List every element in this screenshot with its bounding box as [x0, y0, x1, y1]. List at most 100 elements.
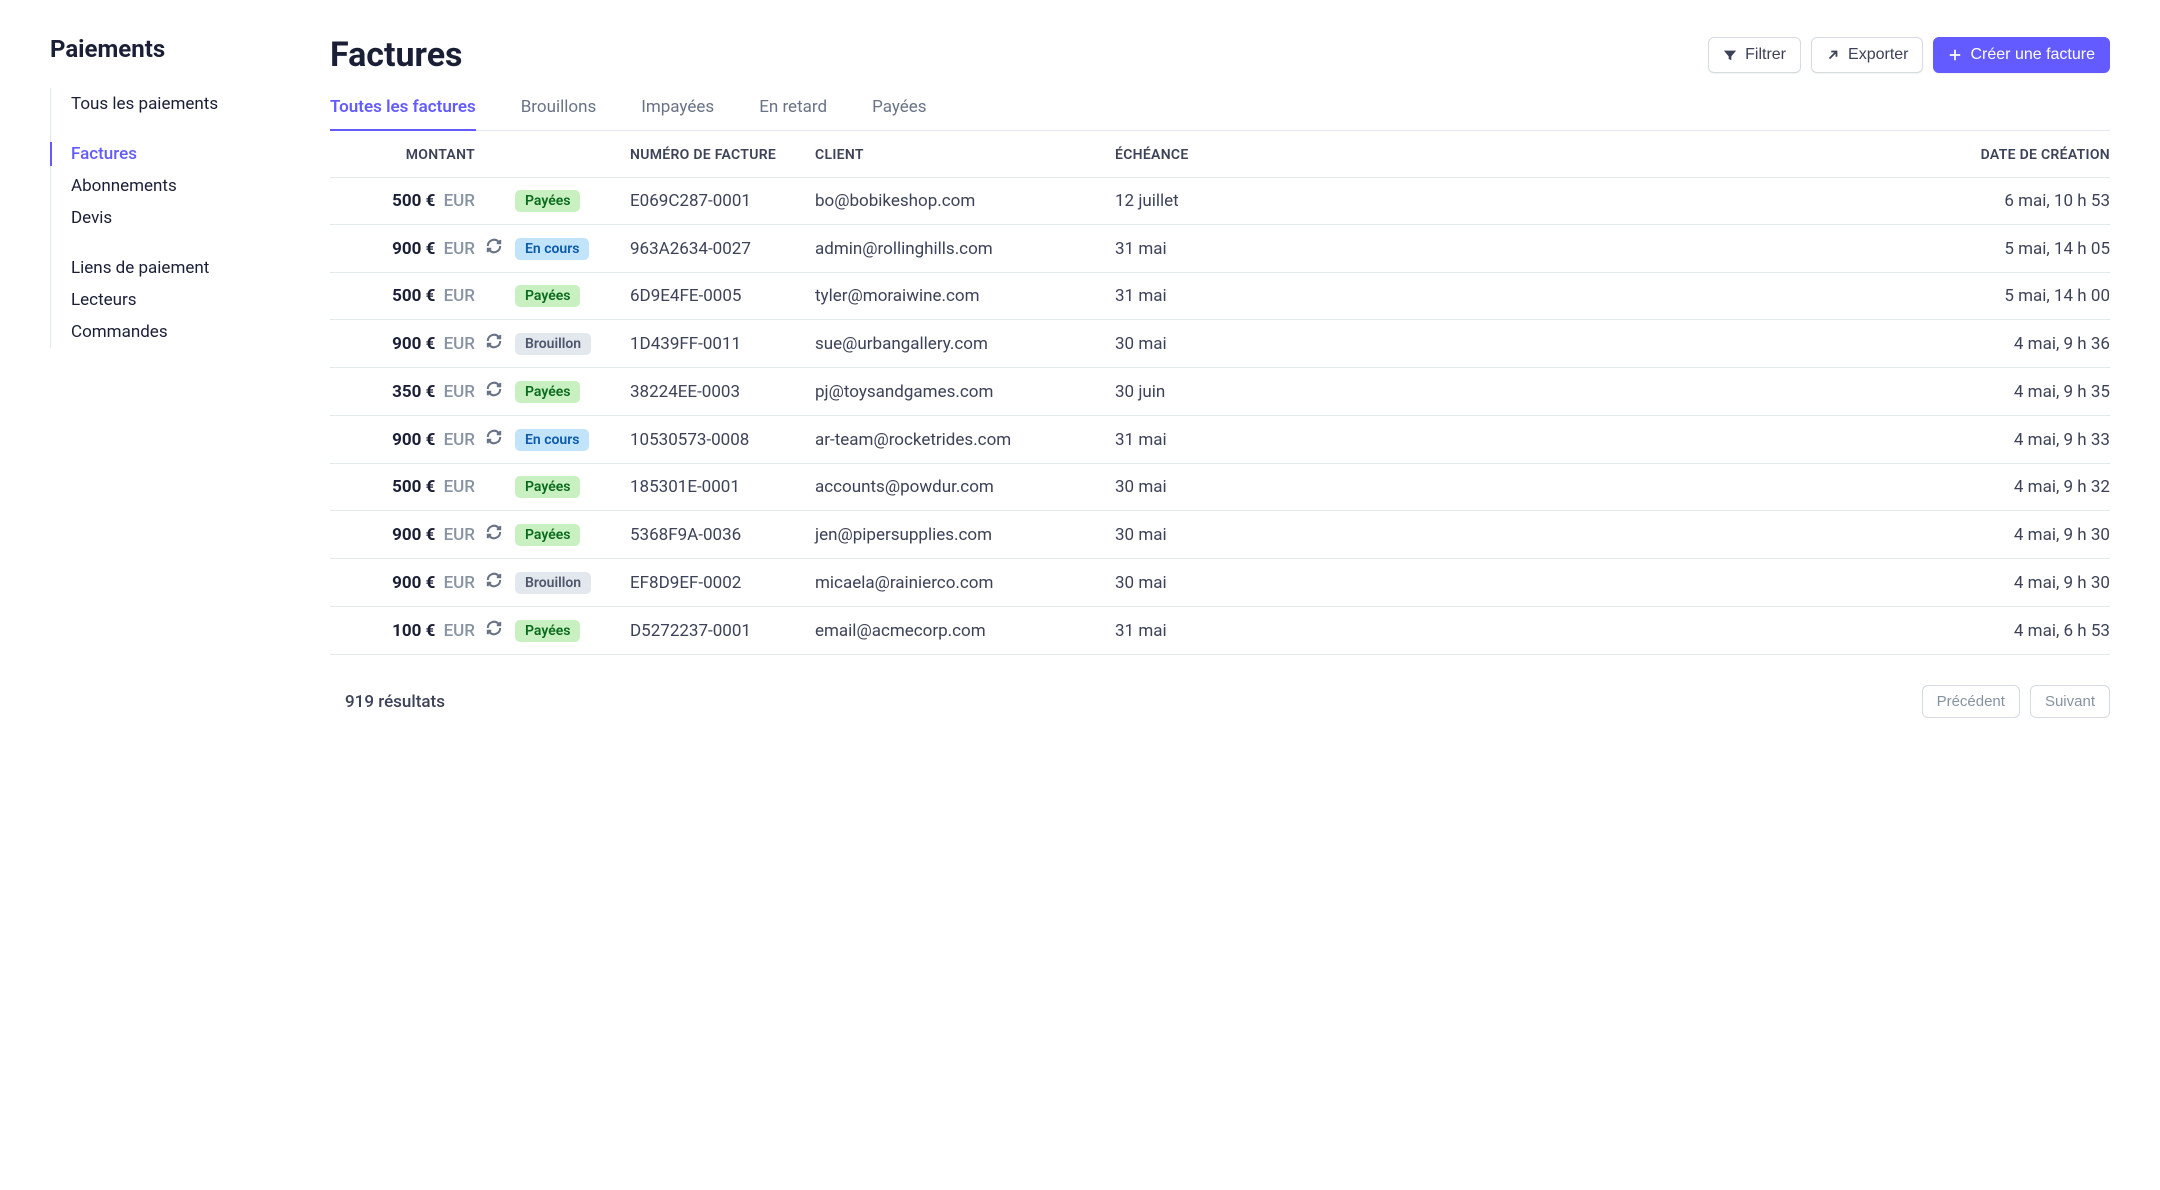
cell-amount: 500 € EUR	[330, 477, 485, 497]
cell-recurring	[485, 380, 515, 403]
cell-client: admin@rollinghills.com	[815, 239, 1115, 259]
cell-created: 4 mai, 9 h 32	[1285, 477, 2110, 497]
cell-due: 30 juin	[1115, 382, 1285, 402]
export-icon	[1826, 48, 1840, 62]
status-badge: Payées	[515, 190, 580, 212]
page-title: Factures	[330, 35, 463, 75]
cell-created: 4 mai, 9 h 36	[1285, 334, 2110, 354]
cell-number: 185301E-0001	[630, 477, 815, 497]
cell-created: 4 mai, 9 h 33	[1285, 430, 2110, 450]
amount-currency: EUR	[439, 430, 475, 450]
sidebar-nav: Tous les paiements Factures Abonnements …	[50, 88, 320, 348]
amount-currency: EUR	[439, 573, 475, 593]
sidebar: Paiements Tous les paiements Factures Ab…	[50, 35, 320, 718]
invoice-table: MONTANT NUMÉRO DE FACTURE CLIENT ÉCHÉANC…	[330, 131, 2110, 655]
recurring-icon	[485, 335, 503, 355]
tab-all[interactable]: Toutes les factures	[330, 97, 476, 131]
table-row[interactable]: 500 € EURPayées6D9E4FE-0005tyler@moraiwi…	[330, 272, 2110, 319]
cell-status: Payées	[515, 381, 630, 403]
tab-drafts[interactable]: Brouillons	[521, 97, 597, 131]
filter-label: Filtrer	[1745, 46, 1786, 64]
cell-amount: 500 € EUR	[330, 286, 485, 306]
amount-value: 350 €	[392, 382, 435, 402]
amount-value: 900 €	[392, 430, 435, 450]
cell-client: micaela@rainierco.com	[815, 573, 1115, 593]
cell-status: Payées	[515, 190, 630, 212]
table-row[interactable]: 350 € EURPayées38224EE-0003pj@toysandgam…	[330, 367, 2110, 415]
sidebar-item-invoices[interactable]: Factures	[51, 138, 320, 170]
recurring-icon	[485, 431, 503, 451]
cell-client: ar-team@rocketrides.com	[815, 430, 1115, 450]
cell-created: 4 mai, 9 h 30	[1285, 525, 2110, 545]
cell-due: 30 mai	[1115, 573, 1285, 593]
sidebar-item-payment-links[interactable]: Liens de paiement	[51, 252, 320, 284]
main-content: Factures Filtrer Exporter	[320, 35, 2110, 718]
cell-number: D5272237-0001	[630, 621, 815, 641]
next-button[interactable]: Suivant	[2030, 685, 2110, 718]
pager: Précédent Suivant	[1922, 685, 2110, 718]
tab-overdue[interactable]: En retard	[759, 97, 827, 131]
result-count: 919 résultats	[345, 692, 445, 712]
cell-number: 10530573-0008	[630, 430, 815, 450]
tab-unpaid[interactable]: Impayées	[641, 97, 714, 131]
prev-button[interactable]: Précédent	[1922, 685, 2020, 718]
cell-client: accounts@powdur.com	[815, 477, 1115, 497]
amount-currency: EUR	[439, 191, 475, 211]
cell-recurring	[485, 619, 515, 642]
sidebar-item-readers[interactable]: Lecteurs	[51, 284, 320, 316]
cell-status: Brouillon	[515, 333, 630, 355]
table-header: MONTANT NUMÉRO DE FACTURE CLIENT ÉCHÉANC…	[330, 131, 2110, 177]
col-amount: MONTANT	[330, 147, 485, 163]
table-row[interactable]: 900 € EUR En cours 10530573-0008ar-team@ro…	[330, 415, 2110, 463]
table-row[interactable]: 900 € EURPayées5368F9A-0036jen@pipersupp…	[330, 510, 2110, 558]
cell-number: 963A2634-0027	[630, 239, 815, 259]
tab-paid[interactable]: Payées	[872, 97, 927, 131]
amount-value: 500 €	[392, 286, 435, 306]
cell-recurring	[485, 523, 515, 546]
amount-currency: EUR	[439, 621, 475, 641]
table-row[interactable]: 900 € EURBrouillonEF8D9EF-0002micaela@ra…	[330, 558, 2110, 606]
col-due: ÉCHÉANCE	[1115, 147, 1285, 163]
amount-currency: EUR	[439, 334, 475, 354]
filter-button[interactable]: Filtrer	[1708, 37, 1801, 73]
cell-amount: 900 € EUR	[330, 239, 485, 259]
table-row[interactable]: 900 € EUREn cours963A2634-0027admin@roll…	[330, 224, 2110, 272]
header-actions: Filtrer Exporter Créer une facture	[1708, 37, 2110, 73]
sidebar-item-quotes[interactable]: Devis	[51, 202, 320, 234]
status-badge: Payées	[515, 524, 580, 546]
amount-currency: EUR	[439, 477, 475, 497]
table-row[interactable]: 500 € EURPayées185301E-0001accounts@powd…	[330, 463, 2110, 510]
export-button[interactable]: Exporter	[1811, 37, 1923, 73]
create-label: Créer une facture	[1970, 46, 2095, 64]
sidebar-item-subscriptions[interactable]: Abonnements	[51, 170, 320, 202]
cell-created: 4 mai, 9 h 30	[1285, 573, 2110, 593]
amount-value: 500 €	[392, 477, 435, 497]
cell-number: 38224EE-0003	[630, 382, 815, 402]
col-number: NUMÉRO DE FACTURE	[630, 147, 815, 163]
status-badge: Brouillon	[515, 333, 591, 355]
cell-due: 30 mai	[1115, 334, 1285, 354]
status-badge: En cours	[515, 429, 589, 451]
cell-client: tyler@moraiwine.com	[815, 286, 1115, 306]
cell-status: Payées	[515, 285, 630, 307]
create-invoice-button[interactable]: Créer une facture	[1933, 37, 2110, 73]
cell-created: 4 mai, 9 h 35	[1285, 382, 2110, 402]
amount-value: 900 €	[392, 334, 435, 354]
recurring-icon	[485, 240, 503, 260]
cell-amount: 900 € EUR	[330, 525, 485, 545]
page-header: Factures Filtrer Exporter	[330, 35, 2110, 75]
table-row[interactable]: 500 € EURPayéesE069C287-0001bo@bobikesho…	[330, 177, 2110, 224]
cell-number: E069C287-0001	[630, 191, 815, 211]
export-label: Exporter	[1848, 46, 1908, 64]
cell-created: 6 mai, 10 h 53	[1285, 191, 2110, 211]
table-row[interactable]: 900 € EURBrouillon1D439FF-0011sue@urbang…	[330, 319, 2110, 367]
recurring-icon	[485, 622, 503, 642]
cell-client: email@acmecorp.com	[815, 621, 1115, 641]
amount-value: 500 €	[392, 191, 435, 211]
sidebar-item-orders[interactable]: Commandes	[51, 316, 320, 348]
table-row[interactable]: 100 € EURPayéesD5272237-0001email@acmeco…	[330, 606, 2110, 655]
col-client: CLIENT	[815, 147, 1115, 163]
sidebar-item-all-payments[interactable]: Tous les paiements	[51, 88, 320, 120]
amount-currency: EUR	[439, 525, 475, 545]
cell-number: 5368F9A-0036	[630, 525, 815, 545]
